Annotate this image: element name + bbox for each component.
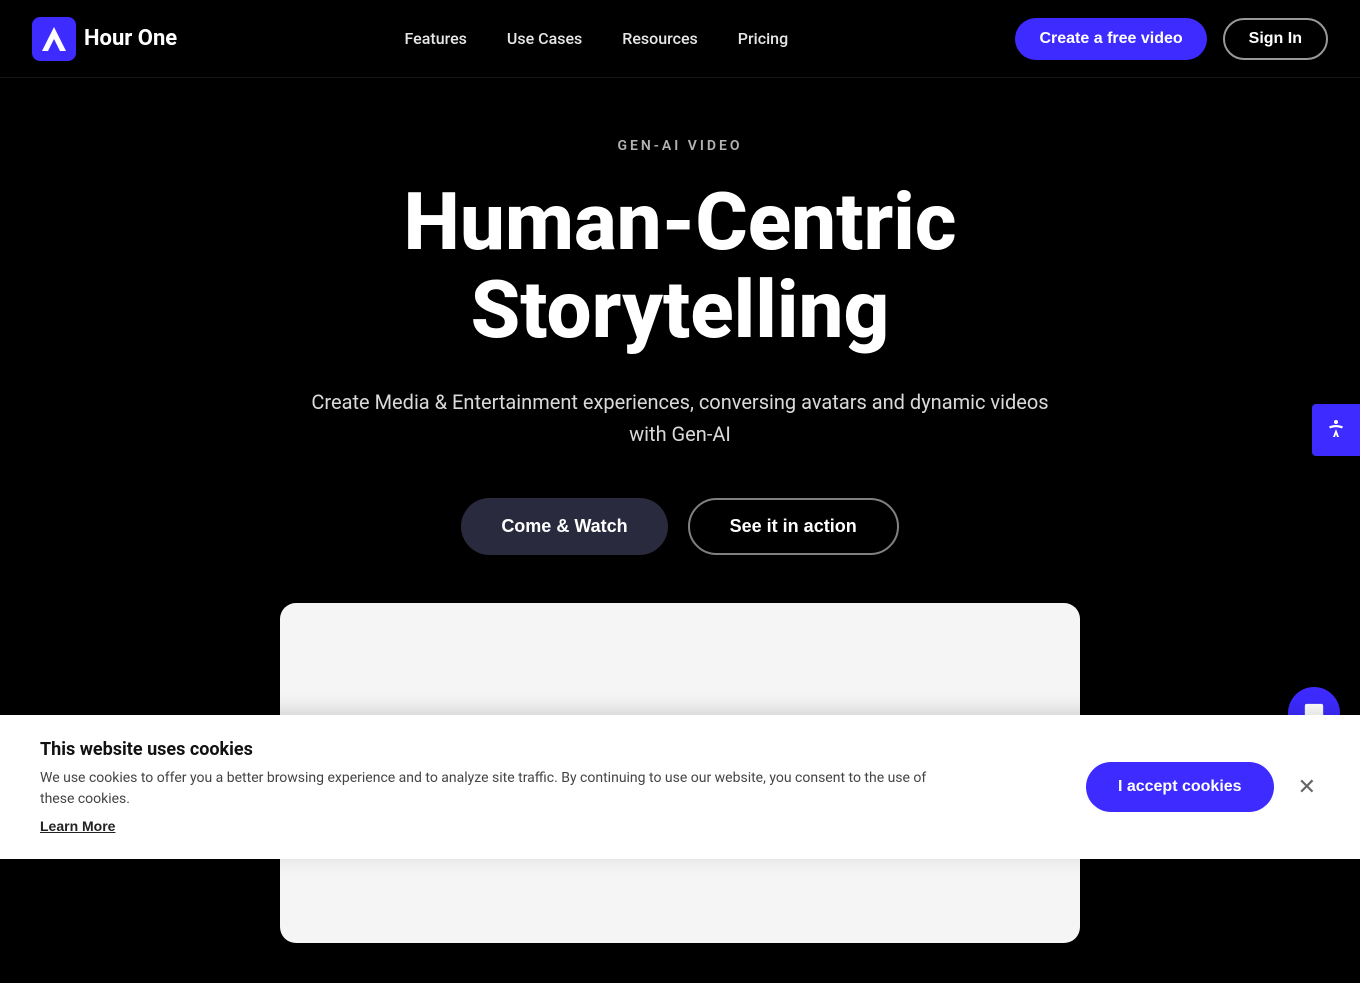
cookie-close-button[interactable]: ✕ (1294, 770, 1320, 804)
hero-buttons: Come & Watch See it in action (40, 498, 1320, 555)
nav-use-cases[interactable]: Use Cases (507, 29, 582, 48)
cookie-banner: This website uses cookies We use cookies… (0, 715, 1360, 859)
cookie-title: This website uses cookies (40, 739, 940, 760)
cookie-learn-more-button[interactable]: Learn More (40, 818, 115, 834)
navbar: Hour One Features Use Cases Resources Pr… (0, 0, 1360, 78)
come-and-watch-button[interactable]: Come & Watch (461, 498, 667, 555)
cookie-actions: I accept cookies ✕ (1086, 762, 1320, 812)
accessibility-icon (1324, 418, 1348, 442)
logo-link[interactable]: Hour One (32, 17, 177, 61)
hero-subtitle: Create Media & Entertainment experiences… (300, 386, 1060, 450)
hour-one-logo-icon (32, 17, 76, 61)
accessibility-button[interactable] (1312, 404, 1360, 456)
nav-pricing[interactable]: Pricing (738, 29, 788, 48)
nav-links: Features Use Cases Resources Pricing (405, 29, 789, 48)
hero-tag: GEN-AI VIDEO (40, 138, 1320, 154)
cookie-description: We use cookies to offer you a better bro… (40, 768, 940, 810)
nav-resources[interactable]: Resources (622, 29, 698, 48)
nav-actions: Create a free video Sign In (1015, 18, 1328, 60)
cookie-text-section: This website uses cookies We use cookies… (40, 739, 940, 835)
nav-features[interactable]: Features (405, 29, 467, 48)
sign-in-button[interactable]: Sign In (1223, 18, 1328, 60)
create-free-video-button[interactable]: Create a free video (1015, 18, 1206, 60)
accept-cookies-button[interactable]: I accept cookies (1086, 762, 1274, 812)
see-it-in-action-button[interactable]: See it in action (688, 498, 899, 555)
logo-text: Hour One (84, 26, 177, 51)
hero-title: Human-Centric Storytelling (230, 178, 1130, 354)
